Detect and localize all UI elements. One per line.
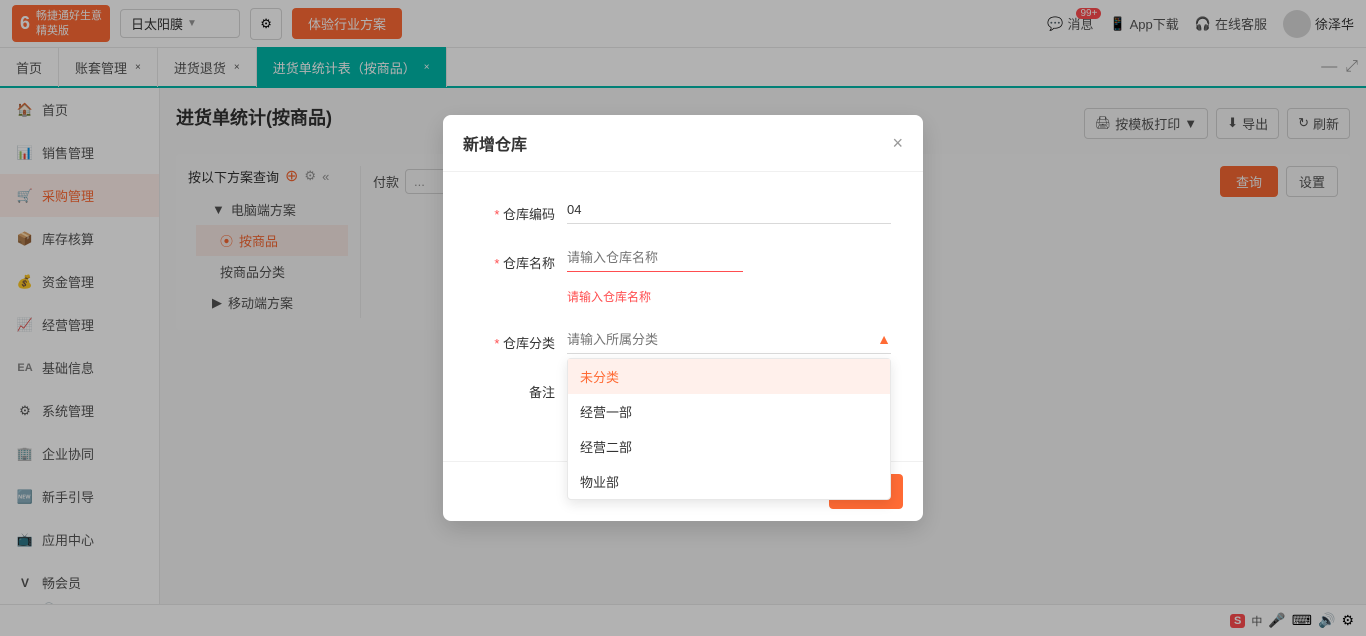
warehouse-category-label: 仓库分类 xyxy=(475,325,555,352)
warehouse-name-input[interactable] xyxy=(567,244,743,272)
category-option-property[interactable]: 物业部 xyxy=(568,464,890,499)
warehouse-note-label: 备注 xyxy=(475,374,555,401)
category-option-dept1[interactable]: 经营一部 xyxy=(568,394,890,429)
modal-header: 新增仓库 × xyxy=(443,115,923,172)
modal-body: 仓库编码 仓库名称 请输入仓库名称 仓库分类 xyxy=(443,172,923,461)
name-error-message: 请输入仓库名称 xyxy=(567,290,651,304)
category-dropdown-list: 未分类 经营一部 经营二部 物业部 xyxy=(567,358,891,500)
warehouse-name-wrapper xyxy=(567,244,891,272)
warehouse-name-error: 请输入仓库名称 xyxy=(567,288,651,305)
modal-overlay: 新增仓库 × 仓库编码 仓库名称 请输入仓库名称 xyxy=(0,0,1366,636)
warehouse-code-label: 仓库编码 xyxy=(475,196,555,223)
warehouse-category-input[interactable] xyxy=(567,332,877,347)
warehouse-code-input[interactable] xyxy=(567,196,891,224)
category-option-dept2[interactable]: 经营二部 xyxy=(568,429,890,464)
warehouse-name-row: 仓库名称 请输入仓库名称 xyxy=(475,244,891,305)
warehouse-code-row: 仓库编码 xyxy=(475,196,891,224)
category-option-none[interactable]: 未分类 xyxy=(568,359,890,394)
warehouse-name-field: 仓库名称 xyxy=(475,244,891,272)
warehouse-name-label: 仓库名称 xyxy=(475,245,555,272)
warehouse-category-wrapper: ▲ 未分类 经营一部 经营二部 物业部 xyxy=(567,325,891,354)
modal-title: 新增仓库 xyxy=(463,131,527,155)
warehouse-category-row: 仓库分类 ▲ 未分类 经营一部 经营二部 物业部 xyxy=(475,325,891,354)
warehouse-category-selector[interactable]: ▲ xyxy=(567,325,891,354)
category-arrow-up-icon: ▲ xyxy=(877,331,891,347)
add-warehouse-modal: 新增仓库 × 仓库编码 仓库名称 请输入仓库名称 xyxy=(443,115,923,521)
modal-close-button[interactable]: × xyxy=(892,133,903,154)
